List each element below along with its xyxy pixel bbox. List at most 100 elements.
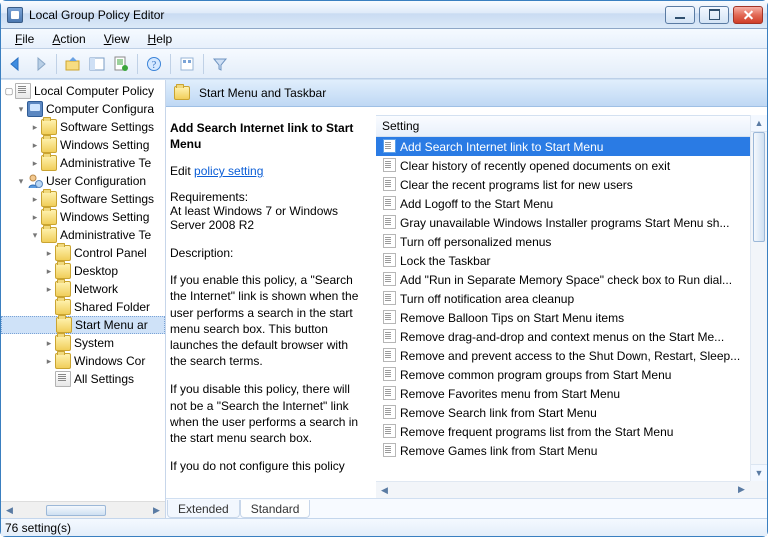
back-button[interactable]	[5, 53, 27, 75]
scroll-left-icon[interactable]: ◀	[376, 483, 393, 498]
tree-control-panel[interactable]: ▸Control Panel	[1, 244, 165, 262]
column-header-setting[interactable]: Setting ▲	[376, 115, 767, 137]
menu-view[interactable]: View	[96, 31, 138, 47]
tree-shared-folders[interactable]: Shared Folder	[1, 298, 165, 316]
up-button[interactable]	[62, 53, 84, 75]
menu-help[interactable]: Help	[140, 31, 181, 47]
setting-item[interactable]: Remove Games link from Start Menu	[376, 441, 750, 460]
scroll-right-icon[interactable]: ▶	[733, 482, 750, 497]
setting-item[interactable]: Remove common program groups from Start …	[376, 365, 750, 384]
filter-button[interactable]	[209, 53, 231, 75]
expand-icon[interactable]: ▸	[43, 356, 55, 367]
window-buttons	[665, 6, 763, 24]
vertical-scrollbar[interactable]: ▲ ▼	[750, 115, 767, 481]
setting-item[interactable]: Remove frequent programs list from the S…	[376, 422, 750, 441]
minimize-button[interactable]	[665, 6, 695, 24]
tree-computer-config[interactable]: ▾Computer Configura	[1, 100, 165, 118]
setting-item[interactable]: Remove drag-and-drop and context menus o…	[376, 327, 750, 346]
tree-uc-windows[interactable]: ▸Windows Setting	[1, 208, 165, 226]
tree-user-config[interactable]: ▾User Configuration	[1, 172, 165, 190]
expand-icon[interactable]: ▸	[29, 140, 41, 151]
scroll-down-icon[interactable]: ▼	[751, 464, 767, 481]
setting-item[interactable]: Gray unavailable Windows Installer progr…	[376, 213, 750, 232]
show-hide-tree-button[interactable]	[86, 53, 108, 75]
window-title: Local Group Policy Editor	[29, 8, 665, 22]
expand-icon[interactable]: ▢	[3, 86, 15, 97]
toolbar-separator	[170, 54, 171, 74]
extended-info-panel: Add Search Internet link to Start Menu E…	[166, 115, 376, 498]
collapse-icon[interactable]: ▾	[29, 230, 41, 241]
setting-label: Add "Run in Separate Memory Space" check…	[400, 273, 732, 287]
setting-item[interactable]: Add "Run in Separate Memory Space" check…	[376, 270, 750, 289]
setting-item[interactable]: Lock the Taskbar	[376, 251, 750, 270]
expand-icon[interactable]: ▸	[43, 284, 55, 295]
tab-extended[interactable]: Extended	[167, 500, 240, 518]
scrollbar-thumb[interactable]	[46, 505, 106, 516]
scrollbar-thumb[interactable]	[753, 132, 765, 242]
setting-item[interactable]: Clear history of recently opened documen…	[376, 156, 750, 175]
expand-icon[interactable]: ▸	[29, 212, 41, 223]
scroll-left-icon[interactable]: ◀	[1, 503, 18, 518]
help-button[interactable]: ?	[143, 53, 165, 75]
tree-cc-windows[interactable]: ▸Windows Setting	[1, 136, 165, 154]
tree-desktop[interactable]: ▸ Desktop	[1, 262, 165, 280]
expand-icon[interactable]: ▸	[43, 338, 55, 349]
scrollbar-track[interactable]	[751, 132, 767, 464]
setting-item[interactable]: Turn off notification area cleanup	[376, 289, 750, 308]
folder-icon	[41, 119, 57, 135]
forward-button[interactable]	[29, 53, 51, 75]
horizontal-scrollbar[interactable]: ◀ ▶	[376, 481, 750, 498]
tree-network[interactable]: ▸Network	[1, 280, 165, 298]
scroll-up-icon[interactable]: ▲	[751, 115, 767, 132]
tree-start-menu-taskbar[interactable]: Start Menu ar	[1, 316, 165, 334]
collapse-icon[interactable]: ▾	[15, 104, 27, 115]
policy-icon	[380, 196, 396, 212]
setting-item[interactable]: Add Search Internet link to Start Menu	[376, 137, 750, 156]
expand-icon[interactable]: ▸	[43, 248, 55, 259]
tree-system[interactable]: ▸System	[1, 334, 165, 352]
tree-label: Windows Cor	[74, 354, 145, 368]
tree-root[interactable]: ▢Local Computer Policy	[1, 82, 165, 100]
tree-label: Desktop	[74, 264, 118, 278]
tree-windows-components[interactable]: ▸ Windows Cor	[1, 352, 165, 370]
menu-action[interactable]: Action	[44, 31, 93, 47]
tabstrip: Extended Standard	[166, 498, 767, 518]
edit-policy-link[interactable]: policy setting	[194, 164, 263, 178]
folder-icon	[41, 227, 57, 243]
expand-icon[interactable]: ▸	[43, 266, 55, 277]
maximize-button[interactable]	[699, 6, 729, 24]
tree-body[interactable]: ▢Local Computer Policy ▾Computer Configu…	[1, 80, 165, 501]
app-icon	[7, 7, 23, 23]
description-para-2: If you disable this policy, there will n…	[170, 381, 368, 446]
tree-uc-software[interactable]: ▸Software Settings	[1, 190, 165, 208]
folder-icon	[55, 299, 71, 315]
setting-item[interactable]: Clear the recent programs list for new u…	[376, 175, 750, 194]
setting-item[interactable]: Remove Favorites menu from Start Menu	[376, 384, 750, 403]
collapse-icon[interactable]: ▾	[15, 176, 27, 187]
tree-uc-admin[interactable]: ▾ Administrative Te	[1, 226, 165, 244]
policy-icon	[380, 253, 396, 269]
menu-file[interactable]: File	[7, 31, 42, 47]
tree-label: Administrative Te	[60, 228, 151, 242]
setting-item[interactable]: Remove Search link from Start Menu	[376, 403, 750, 422]
expand-icon[interactable]: ▸	[29, 122, 41, 133]
scroll-right-icon[interactable]: ▶	[148, 503, 165, 518]
options-button[interactable]	[176, 53, 198, 75]
tree-cc-admin[interactable]: ▸Administrative Te	[1, 154, 165, 172]
setting-item[interactable]: Remove and prevent access to the Shut Do…	[376, 346, 750, 365]
expand-icon[interactable]: ▸	[29, 158, 41, 169]
expand-icon[interactable]: ▸	[29, 194, 41, 205]
all-settings-icon	[55, 371, 71, 387]
close-button[interactable]	[733, 6, 763, 24]
user-config-icon	[27, 173, 43, 189]
tree-all-settings[interactable]: All Settings	[1, 370, 165, 388]
setting-item[interactable]: Remove Balloon Tips on Start Menu items	[376, 308, 750, 327]
tree-cc-software[interactable]: ▸Software Settings	[1, 118, 165, 136]
tree-horizontal-scrollbar[interactable]: ◀ ▶	[1, 501, 165, 518]
settings-list[interactable]: Add Search Internet link to Start MenuCl…	[376, 137, 750, 481]
tab-standard[interactable]: Standard	[240, 500, 311, 518]
policy-icon	[380, 158, 396, 174]
properties-button[interactable]	[110, 53, 132, 75]
setting-item[interactable]: Turn off personalized menus	[376, 232, 750, 251]
setting-item[interactable]: Add Logoff to the Start Menu	[376, 194, 750, 213]
